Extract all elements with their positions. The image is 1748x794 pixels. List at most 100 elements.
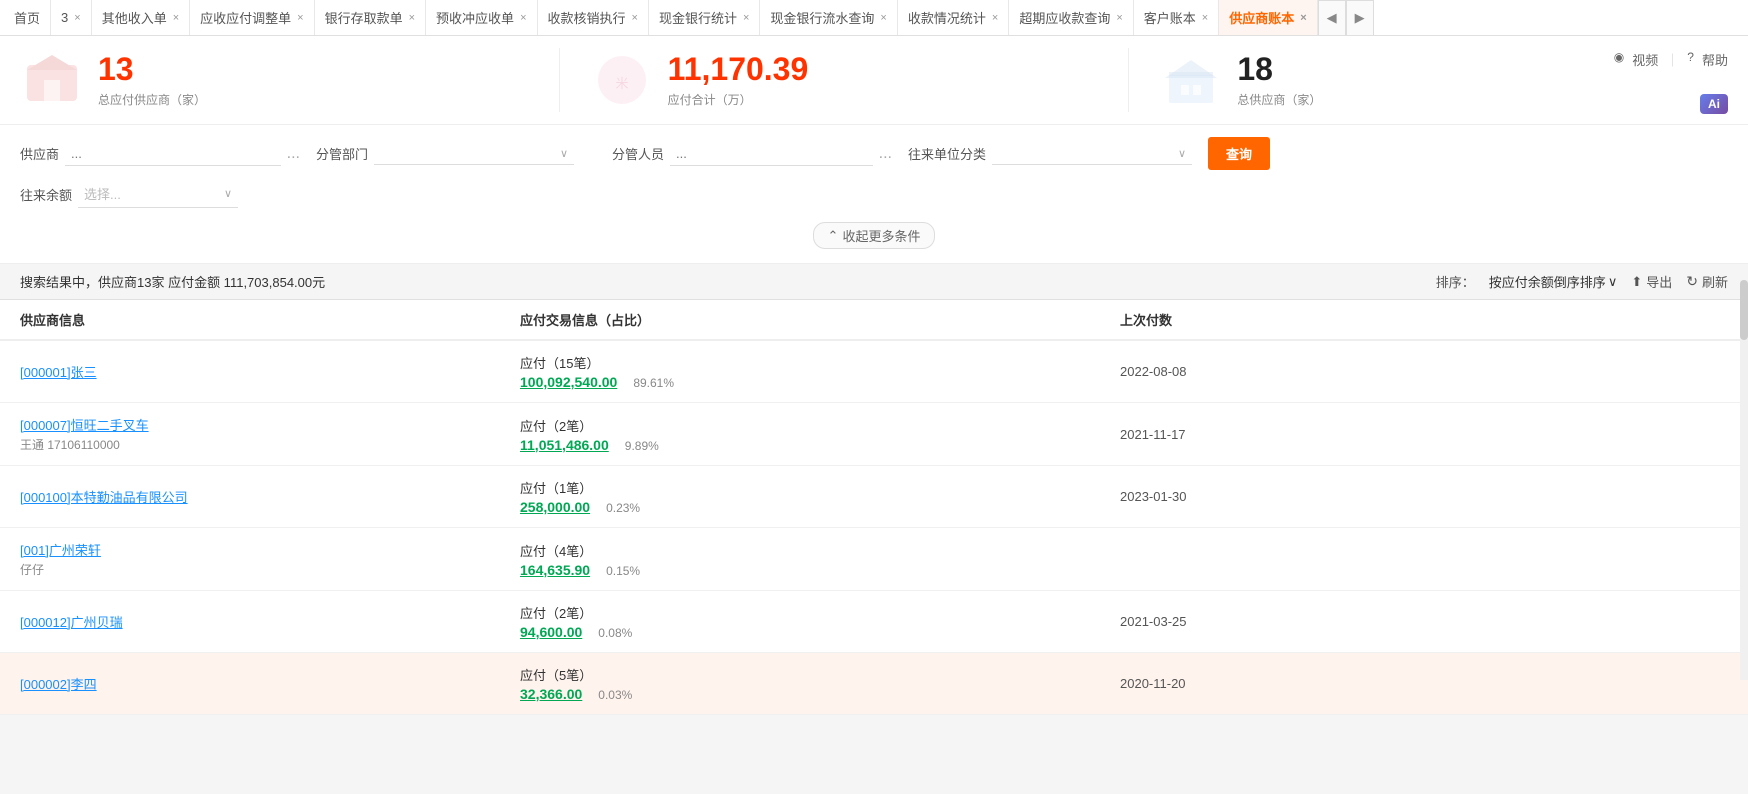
nav-tab-close[interactable]: ×: [880, 12, 886, 24]
ai-badge[interactable]: Ai: [1700, 94, 1728, 114]
stat-number-ap-total: 11,170.39: [668, 52, 809, 87]
nav-tab-close[interactable]: ×: [520, 12, 526, 24]
collapse-button[interactable]: ⌃ 收起更多条件: [813, 222, 936, 249]
dept-chevron-icon: ∨: [560, 147, 568, 160]
nav-tab-label: 收款情况统计: [908, 8, 986, 27]
nav-tab-overdue-query[interactable]: 超期应收款查询 ×: [1009, 0, 1133, 36]
nav-arrow-left[interactable]: ◀: [1318, 0, 1346, 36]
supplier-link-2[interactable]: [000100]本特勤油品有限公司: [20, 490, 188, 505]
video-icon: ◉: [1614, 50, 1624, 69]
nav-tab-label: 现金银行流水查询: [770, 8, 874, 27]
table-row: [000001]张三 应付（15笔） 100,092,540.00 89.61%…: [0, 341, 1748, 403]
refresh-label: 刷新: [1702, 272, 1728, 291]
query-button[interactable]: 查询: [1208, 137, 1270, 170]
nav-tab-home[interactable]: 首页: [4, 0, 51, 36]
filter-row-2: 往来余额 选择... ∨: [20, 180, 1728, 208]
nav-tab-3[interactable]: 3 ×: [51, 0, 92, 36]
nav-tab-bank-deposit[interactable]: 银行存取款单 ×: [315, 0, 426, 36]
nav-tab-prepay[interactable]: 预收冲应收单 ×: [426, 0, 537, 36]
supplier-link-4[interactable]: [000012]广州贝瑞: [20, 615, 123, 630]
nav-tab-close[interactable]: ×: [632, 12, 638, 24]
supplier-link-1[interactable]: [000007]恒旺二手叉车: [20, 418, 149, 433]
tx-percent-1: 9.89%: [625, 439, 659, 453]
tx-amount-2[interactable]: 258,000.00: [520, 499, 590, 515]
tx-label-4: 应付（2笔）: [520, 603, 1120, 622]
stats-bar: 13 总应付供应商（家） 米 11,170.39 应付合计（万）: [0, 36, 1748, 125]
nav-tab-customer-ledger[interactable]: 客户账本 ×: [1134, 0, 1219, 36]
export-button[interactable]: ⬆ 导出: [1631, 272, 1672, 291]
table-row: [000100]本特勤油品有限公司 应付（1笔） 258,000.00 0.23…: [0, 466, 1748, 528]
scrollbar-thumb[interactable]: [1740, 280, 1748, 340]
supplier-picker-icon[interactable]: ...: [287, 145, 300, 163]
nav-tab-close[interactable]: ×: [1300, 12, 1306, 24]
balance-select[interactable]: 选择... ∨: [78, 180, 238, 208]
supplier-cell-4: [000012]广州贝瑞: [20, 612, 520, 631]
tx-amount-4[interactable]: 94,600.00: [520, 624, 582, 640]
nav-tab-label: 首页: [14, 8, 40, 27]
nav-tab-cash-flow-query[interactable]: 现金银行流水查询 ×: [760, 0, 897, 36]
nav-tab-cash-bank-stat[interactable]: 现金银行统计 ×: [649, 0, 760, 36]
filter-item-category: 往来单位分类 ∨: [908, 143, 1192, 165]
sort-value: 按应付余额倒序排序: [1489, 272, 1606, 291]
tx-label-1: 应付（2笔）: [520, 416, 1120, 435]
nav-arrow-right[interactable]: ▶: [1346, 0, 1374, 36]
sort-select[interactable]: 按应付余额倒序排序 ∨: [1489, 272, 1618, 291]
nav-tab-ar-ap-adjust[interactable]: 应收应付调整单 ×: [190, 0, 314, 36]
nav-tab-supplier-ledger[interactable]: 供应商账本 ×: [1219, 0, 1317, 36]
nav-tab-payment-stat[interactable]: 收款情况统计 ×: [898, 0, 1009, 36]
supplier-link-0[interactable]: [000001]张三: [20, 365, 97, 380]
person-picker-icon[interactable]: ...: [879, 145, 892, 163]
stat-number-total-suppliers: 18: [1237, 52, 1321, 87]
nav-tab-close[interactable]: ×: [1202, 12, 1208, 24]
table-header: 供应商信息 应付交易信息（占比） 上次付数: [0, 300, 1748, 341]
nav-tab-label: 现金银行统计: [659, 8, 737, 27]
person-input[interactable]: [670, 142, 873, 166]
supplier-link-3[interactable]: [001]广州荣轩: [20, 543, 101, 558]
last-payment-1: 2021-11-17: [1120, 427, 1728, 442]
tx-percent-2: 0.23%: [606, 501, 640, 515]
tx-cell-5: 应付（5笔） 32,366.00 0.03%: [520, 665, 1120, 702]
nav-tab-payment-exec[interactable]: 收款核销执行 ×: [538, 0, 649, 36]
nav-tab-close[interactable]: ×: [409, 12, 415, 24]
tx-row-3: 164,635.90 0.15%: [520, 562, 1120, 578]
last-payment-2: 2023-01-30: [1120, 489, 1728, 504]
refresh-icon: ↻: [1686, 273, 1698, 290]
supplier-input[interactable]: [65, 142, 281, 166]
nav-tab-close[interactable]: ×: [992, 12, 998, 24]
nav-tab-label: 应收应付调整单: [200, 8, 291, 27]
link-divider: ｜: [1666, 50, 1679, 69]
nav-tab-other-income[interactable]: 其他收入单 ×: [92, 0, 190, 36]
tx-amount-0[interactable]: 100,092,540.00: [520, 374, 617, 390]
nav-tab-close[interactable]: ×: [74, 12, 80, 24]
tx-amount-3[interactable]: 164,635.90: [520, 562, 590, 578]
dept-select[interactable]: ∨: [374, 143, 574, 165]
category-chevron-icon: ∨: [1178, 147, 1186, 160]
tx-amount-1[interactable]: 11,051,486.00: [520, 437, 609, 453]
stat-label-ap-suppliers: 总应付供应商（家）: [98, 91, 206, 108]
nav-tab-label: 3: [61, 10, 68, 25]
col-header-supplier: 供应商信息: [20, 310, 520, 329]
nav-tab-close[interactable]: ×: [297, 12, 303, 24]
nav-tab-label: 客户账本: [1144, 8, 1196, 27]
supplier-cell-5: [000002]李四: [20, 674, 520, 693]
scrollbar-track[interactable]: [1740, 280, 1748, 680]
nav-tab-close[interactable]: ×: [743, 12, 749, 24]
supplier-cell-2: [000100]本特勤油品有限公司: [20, 487, 520, 506]
refresh-button[interactable]: ↻ 刷新: [1686, 272, 1728, 291]
supplier-link-5[interactable]: [000002]李四: [20, 677, 97, 692]
nav-tab-close[interactable]: ×: [173, 12, 179, 24]
collapse-bar: ⌃ 收起更多条件: [20, 218, 1728, 255]
last-payment-5: 2020-11-20: [1120, 676, 1728, 691]
nav-tab-label: 预收冲应收单: [436, 8, 514, 27]
category-select[interactable]: ∨: [992, 143, 1192, 165]
tx-amount-5[interactable]: 32,366.00: [520, 686, 582, 702]
sort-label: 排序：: [1436, 272, 1475, 291]
col-header-tx: 应付交易信息（占比）: [520, 310, 1120, 329]
nav-bar: 首页 3 × 其他收入单 × 应收应付调整单 × 银行存取款单 × 预收冲应收单…: [0, 0, 1748, 36]
tx-row-2: 258,000.00 0.23%: [520, 499, 1120, 515]
video-link[interactable]: 视频: [1632, 50, 1658, 69]
help-link[interactable]: 帮助: [1702, 50, 1728, 69]
last-payment-0: 2022-08-08: [1120, 364, 1728, 379]
nav-tab-close[interactable]: ×: [1116, 12, 1122, 24]
grain-icon: 米: [590, 48, 654, 112]
